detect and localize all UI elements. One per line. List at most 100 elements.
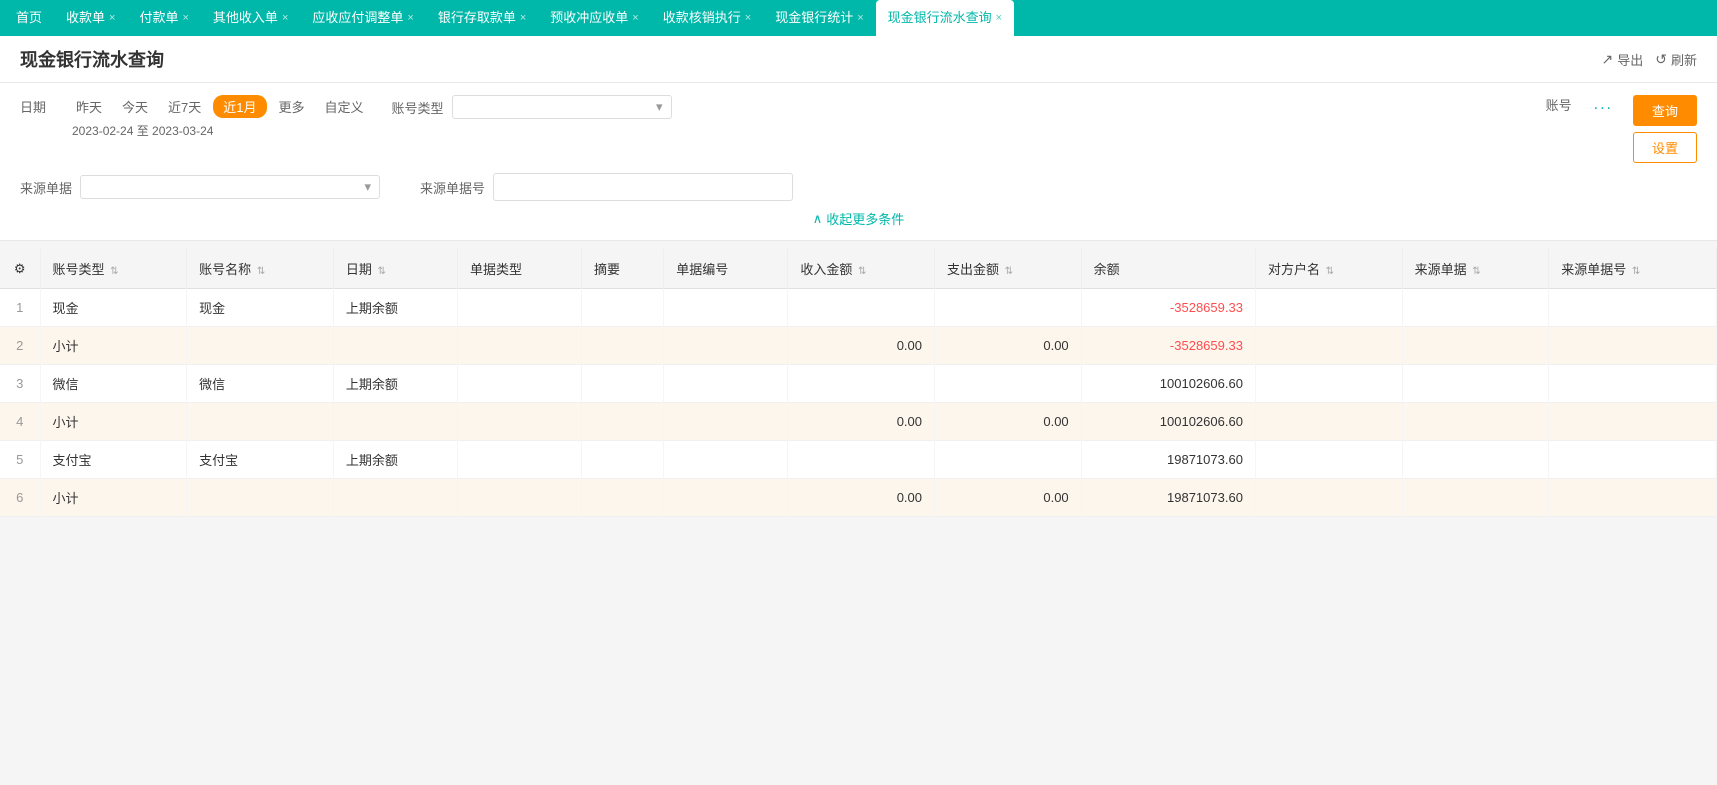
- cell-counterparty: [1255, 403, 1402, 441]
- nav-home[interactable]: 首页: [4, 0, 54, 36]
- col-settings[interactable]: ⚙: [0, 249, 40, 289]
- nav-tab-tongji[interactable]: 现金银行统计 ×: [763, 0, 875, 36]
- table-wrapper: ⚙ 账号类型 ⇅ 账号名称 ⇅ 日期 ⇅ 单据类型 摘要: [0, 249, 1717, 517]
- cell-income: [788, 289, 935, 327]
- tab-close-icon[interactable]: ×: [282, 0, 288, 36]
- col-income[interactable]: 收入金额 ⇅: [788, 249, 935, 289]
- nav-tab-liushui[interactable]: 现金银行流水查询 ×: [876, 0, 1014, 36]
- tab-close-icon[interactable]: ×: [857, 0, 863, 36]
- col-counterparty[interactable]: 对方户名 ⇅: [1255, 249, 1402, 289]
- cell-source-voucher: [1402, 365, 1549, 403]
- table-header-row: ⚙ 账号类型 ⇅ 账号名称 ⇅ 日期 ⇅ 单据类型 摘要: [0, 249, 1717, 289]
- table-row[interactable]: 1 现金 现金 上期余额 -3528659.33: [0, 289, 1717, 327]
- cell-counterparty: [1255, 289, 1402, 327]
- export-button[interactable]: ↗ 导出: [1602, 50, 1644, 69]
- table-row[interactable]: 3 微信 微信 上期余额 100102606.60: [0, 365, 1717, 403]
- nav-tab-yushou[interactable]: 预收冲应收单 ×: [538, 0, 650, 36]
- cell-balance: 100102606.60: [1081, 403, 1255, 441]
- refresh-button[interactable]: ↺ 刷新: [1655, 50, 1697, 69]
- nav-tab-shoudan[interactable]: 收款单 ×: [54, 0, 127, 36]
- col-account-name[interactable]: 账号名称 ⇅: [187, 249, 334, 289]
- cell-summary: [582, 441, 664, 479]
- col-source-voucher[interactable]: 来源单据 ⇅: [1402, 249, 1549, 289]
- settings-button[interactable]: 设置: [1633, 132, 1697, 163]
- tab-close-icon[interactable]: ×: [632, 0, 638, 36]
- tab-close-icon[interactable]: ×: [996, 0, 1002, 36]
- cell-source-voucher-no: [1549, 289, 1717, 327]
- tab-close-icon[interactable]: ×: [520, 0, 526, 36]
- filter-area: 日期 昨天 今天 近7天 近1月 更多 自定义 2023-02-24 至 202…: [0, 83, 1717, 241]
- page-title: 现金银行流水查询: [20, 46, 164, 72]
- nav-tab-qita[interactable]: 其他收入单 ×: [201, 0, 300, 36]
- collapse-bar[interactable]: ∧ 收起更多条件: [20, 209, 1697, 228]
- cell-account-type: 小计: [40, 327, 187, 365]
- col-source-voucher-no[interactable]: 来源单据号 ⇅: [1549, 249, 1717, 289]
- account-type-select[interactable]: ▾: [452, 95, 672, 119]
- table-body: 1 现金 现金 上期余额 -3528659.33 2 小计 0.00 0.00 …: [0, 289, 1717, 517]
- table-row[interactable]: 4 小计 0.00 0.00 100102606.60: [0, 403, 1717, 441]
- cell-counterparty: [1255, 441, 1402, 479]
- date-opt-7days[interactable]: 近7天: [160, 95, 209, 118]
- cell-date: [333, 479, 457, 517]
- col-voucher-no[interactable]: 单据编号: [664, 249, 788, 289]
- sort-icon: ⇅: [1472, 266, 1480, 277]
- gear-icon: ⚙: [14, 261, 26, 276]
- top-navigation: 首页 收款单 × 付款单 × 其他收入单 × 应收应付调整单 × 银行存取款单 …: [0, 0, 1717, 36]
- page-header: 现金银行流水查询 ↗ 导出 ↺ 刷新: [0, 36, 1717, 83]
- collapse-icon: ∧: [813, 211, 823, 227]
- tab-close-icon[interactable]: ×: [745, 0, 751, 36]
- cell-income: 0.00: [788, 403, 935, 441]
- nav-tab-yinhang[interactable]: 银行存取款单 ×: [426, 0, 538, 36]
- nav-tab-fukudan[interactable]: 付款单 ×: [127, 0, 200, 36]
- date-filter-label: 日期: [20, 97, 60, 116]
- cell-voucher-type: [457, 365, 581, 403]
- date-opt-yesterday[interactable]: 昨天: [68, 95, 110, 118]
- col-account-type[interactable]: 账号类型 ⇅: [40, 249, 187, 289]
- nav-tab-yingshou[interactable]: 应收应付调整单 ×: [300, 0, 425, 36]
- query-button[interactable]: 查询: [1633, 95, 1697, 126]
- table-row[interactable]: 6 小计 0.00 0.00 19871073.60: [0, 479, 1717, 517]
- cell-account-name: 支付宝: [187, 441, 334, 479]
- cell-account-name: 现金: [187, 289, 334, 327]
- cell-source-voucher: [1402, 479, 1549, 517]
- table-row[interactable]: 5 支付宝 支付宝 上期余额 19871073.60: [0, 441, 1717, 479]
- collapse-label: 收起更多条件: [826, 209, 904, 228]
- col-voucher-type[interactable]: 单据类型: [457, 249, 581, 289]
- cell-account-name: [187, 327, 334, 365]
- export-icon: ↗: [1602, 51, 1614, 68]
- cell-num: 3: [0, 365, 40, 403]
- cell-account-type: 小计: [40, 479, 187, 517]
- col-balance[interactable]: 余额: [1081, 249, 1255, 289]
- col-expense[interactable]: 支出金额 ⇅: [935, 249, 1082, 289]
- col-date[interactable]: 日期 ⇅: [333, 249, 457, 289]
- header-actions: ↗ 导出 ↺ 刷新: [1602, 50, 1698, 69]
- source-voucher-no-input[interactable]: [493, 173, 793, 201]
- date-opt-1month[interactable]: 近1月: [213, 95, 266, 118]
- cell-source-voucher-no: [1549, 365, 1717, 403]
- tab-close-icon[interactable]: ×: [109, 0, 115, 36]
- nav-tab-shouvan[interactable]: 收款核销执行 ×: [651, 0, 763, 36]
- chevron-down-icon-2: ▾: [364, 179, 371, 195]
- cell-num: 1: [0, 289, 40, 327]
- cell-voucher-type: [457, 289, 581, 327]
- cell-voucher-no: [664, 479, 788, 517]
- tab-close-icon[interactable]: ×: [182, 0, 188, 36]
- account-no-dots[interactable]: ...: [1594, 96, 1613, 114]
- chevron-down-icon: ▾: [656, 99, 663, 115]
- tab-close-icon[interactable]: ×: [407, 0, 413, 36]
- cell-voucher-no: [664, 403, 788, 441]
- source-voucher-select[interactable]: ▾: [80, 175, 380, 199]
- source-voucher-no-label: 来源单据号: [420, 178, 485, 197]
- cell-summary: [582, 403, 664, 441]
- cell-date: [333, 403, 457, 441]
- cell-source-voucher: [1402, 403, 1549, 441]
- cell-num: 4: [0, 403, 40, 441]
- date-opt-more[interactable]: 更多: [271, 95, 313, 118]
- table-row[interactable]: 2 小计 0.00 0.00 -3528659.33: [0, 327, 1717, 365]
- account-type-label: 账号类型: [392, 98, 444, 117]
- date-opt-today[interactable]: 今天: [114, 95, 156, 118]
- cell-source-voucher-no: [1549, 479, 1717, 517]
- col-summary[interactable]: 摘要: [582, 249, 664, 289]
- sort-icon: ⇅: [1326, 266, 1334, 277]
- date-opt-custom[interactable]: 自定义: [317, 95, 372, 118]
